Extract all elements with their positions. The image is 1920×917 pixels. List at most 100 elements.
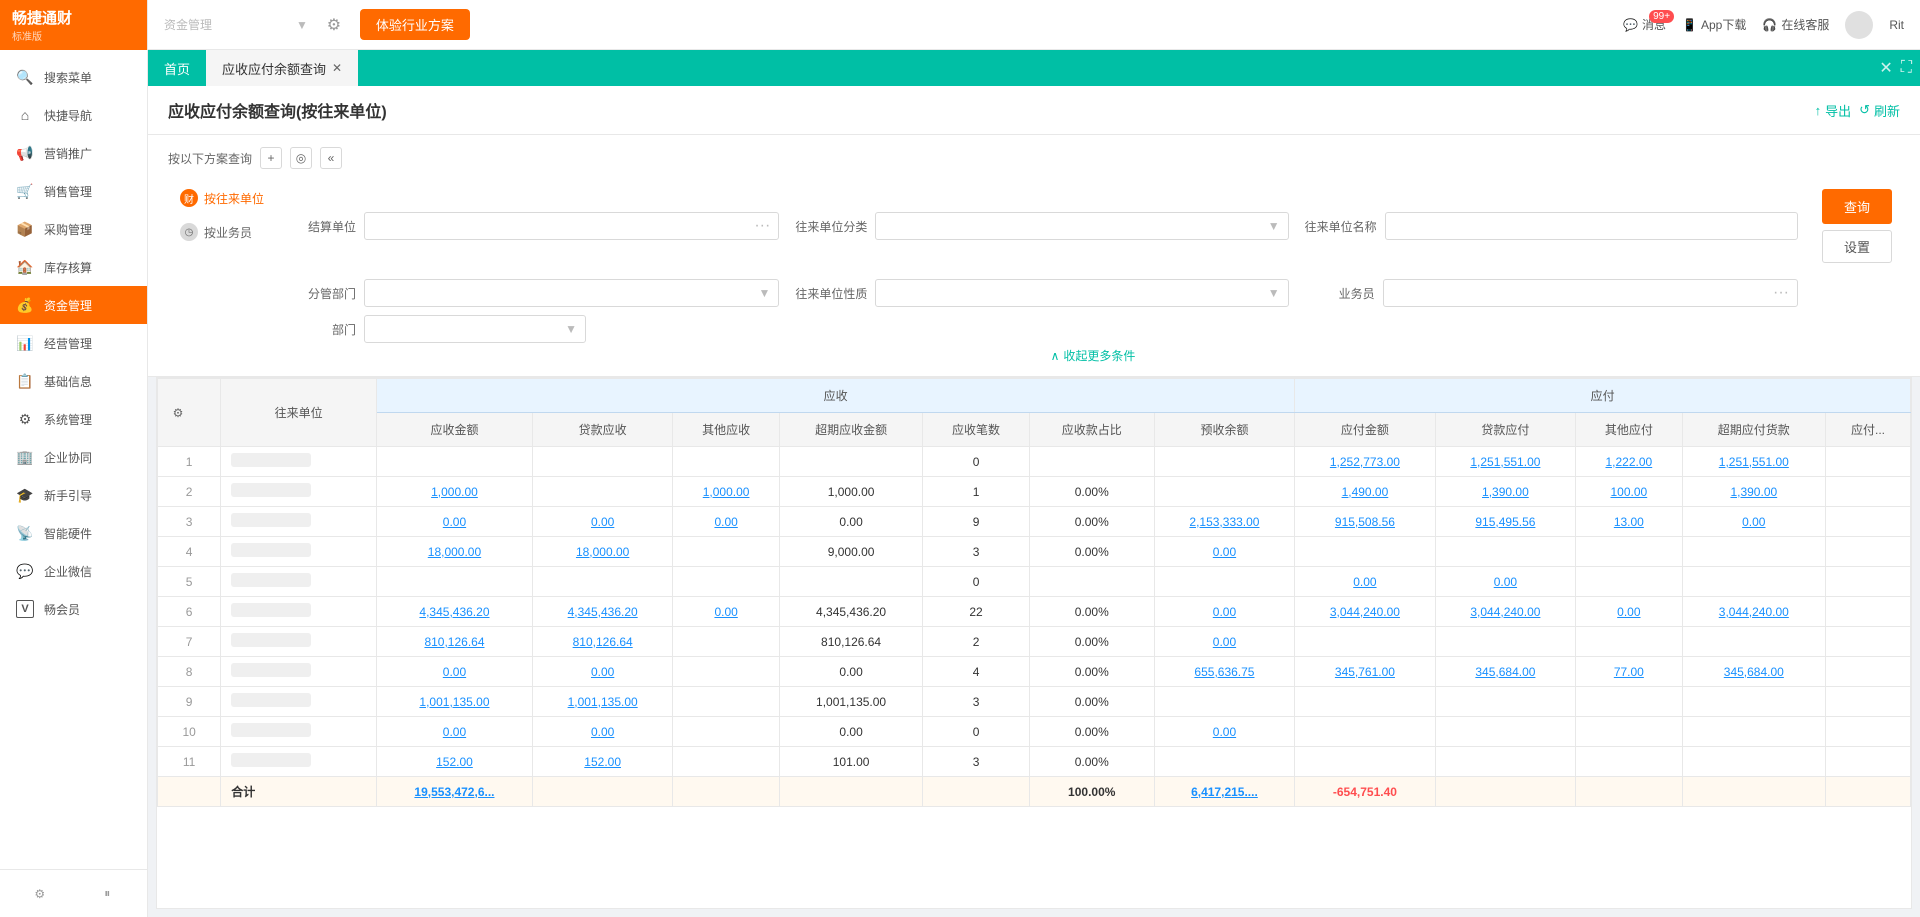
query-button[interactable]: 查询 — [1822, 189, 1892, 224]
row-loan_ar[interactable]: 18,000.00 — [532, 537, 672, 567]
row-loan_ar[interactable]: 810,126.64 — [532, 627, 672, 657]
sidebar-item-quick[interactable]: ⌂ 快捷导航 — [0, 96, 147, 134]
partner-nature-select[interactable]: ▼ — [875, 279, 1288, 307]
row-other_ap[interactable]: 1,222.00 — [1576, 447, 1682, 477]
row-ap_amount[interactable]: 3,044,240.00 — [1295, 597, 1435, 627]
sidebar-item-purchase[interactable]: 📦 采购管理 — [0, 210, 147, 248]
sidebar-item-search[interactable]: 🔍 搜索菜单 — [0, 58, 147, 96]
sidebar-item-sales[interactable]: 🛒 销售管理 — [0, 172, 147, 210]
row-overdue_ap[interactable]: 0.00 — [1682, 507, 1825, 537]
row-ap_amount[interactable]: 1,490.00 — [1295, 477, 1435, 507]
total-ar-amount[interactable]: 19,553,472,6... — [377, 777, 533, 807]
department-select[interactable]: ▼ — [364, 315, 586, 343]
row-loan_ap[interactable]: 1,390.00 — [1435, 477, 1575, 507]
partner-category-select[interactable]: ▼ — [875, 212, 1288, 240]
side-panel-by-partner[interactable]: 财 按往来单位 — [168, 181, 278, 215]
topbar-gear-btn[interactable]: ⚙ — [320, 11, 348, 39]
row-loan_ap[interactable]: 915,495.56 — [1435, 507, 1575, 537]
topbar-service-btn[interactable]: 🎧 在线客服 — [1762, 16, 1829, 33]
export-btn[interactable]: ↑ 导出 — [1815, 101, 1852, 120]
row-loan_ar[interactable]: 4,345,436.20 — [532, 597, 672, 627]
row-ap_amount[interactable]: 345,761.00 — [1295, 657, 1435, 687]
tab-arquery[interactable]: 应收应付余额查询 ✕ — [206, 50, 358, 86]
row-ar_amount[interactable]: 0.00 — [377, 657, 533, 687]
row-other_ap[interactable]: 77.00 — [1576, 657, 1682, 687]
sidebar-item-operations[interactable]: 📊 经营管理 — [0, 324, 147, 362]
row-overdue_ap[interactable]: 1,251,551.00 — [1682, 447, 1825, 477]
row-prepay_balance[interactable]: 2,153,333.00 — [1154, 507, 1294, 537]
row-overdue_ap[interactable]: 3,044,240.00 — [1682, 597, 1825, 627]
row-other_ar[interactable]: 0.00 — [673, 597, 779, 627]
topbar-message-btn[interactable]: 💬 消息 99+ — [1623, 16, 1666, 33]
sidebar-item-guide[interactable]: 🎓 新手引导 — [0, 476, 147, 514]
row-overdue_ap[interactable]: 345,684.00 — [1682, 657, 1825, 687]
row-ar_amount[interactable]: 1,000.00 — [377, 477, 533, 507]
table-settings-icon[interactable]: ⚙ — [168, 403, 188, 423]
row-loan_ap[interactable]: 345,684.00 — [1435, 657, 1575, 687]
row-ap_amount[interactable]: 0.00 — [1295, 567, 1435, 597]
row-ap_amount[interactable]: 915,508.56 — [1295, 507, 1435, 537]
row-overdue_ap[interactable]: 1,390.00 — [1682, 477, 1825, 507]
row-ar_amount[interactable]: 1,001,135.00 — [377, 687, 533, 717]
row-ar_ratio: 0.00% — [1029, 687, 1154, 717]
tab-close-btn[interactable]: ✕ — [332, 61, 342, 75]
row-ar_amount[interactable]: 810,126.64 — [377, 627, 533, 657]
row-loan_ap[interactable]: 1,251,551.00 — [1435, 447, 1575, 477]
row-ap_amount[interactable]: 1,252,773.00 — [1295, 447, 1435, 477]
username[interactable]: Rit — [1889, 18, 1904, 32]
sidebar-item-member[interactable]: V 畅会员 — [0, 590, 147, 628]
side-panel-by-salesman[interactable]: ◷ 按业务员 — [168, 215, 278, 249]
sidebar-item-corp[interactable]: 🏢 企业协同 — [0, 438, 147, 476]
th-settings[interactable]: ⚙ — [158, 379, 221, 447]
row-loan_ap[interactable]: 0.00 — [1435, 567, 1575, 597]
maximize-btn[interactable]: ⛶ — [1901, 59, 1912, 77]
sidebar-item-wechat[interactable]: 💬 企业微信 — [0, 552, 147, 590]
row-ar_amount[interactable]: 0.00 — [377, 717, 533, 747]
row-loan_ap[interactable]: 3,044,240.00 — [1435, 597, 1575, 627]
avatar[interactable] — [1845, 11, 1873, 39]
sidebar-item-marketing[interactable]: 📢 营销推广 — [0, 134, 147, 172]
row-loan_ar[interactable]: 152.00 — [532, 747, 672, 777]
row-ar_amount[interactable]: 0.00 — [377, 507, 533, 537]
solution-button[interactable]: 体验行业方案 — [360, 9, 470, 40]
dept-select[interactable]: ▼ — [364, 279, 779, 307]
sidebar-item-inventory[interactable]: 🏠 库存核算 — [0, 248, 147, 286]
sidebar-item-hardware[interactable]: 📡 智能硬件 — [0, 514, 147, 552]
row-other_ap[interactable]: 13.00 — [1576, 507, 1682, 537]
row-prepay_balance[interactable]: 0.00 — [1154, 627, 1294, 657]
row-loan_ar[interactable]: 0.00 — [532, 657, 672, 687]
partner-name-input[interactable] — [1385, 212, 1798, 240]
row-loan_ar[interactable]: 0.00 — [532, 717, 672, 747]
salesman-input[interactable]: ··· — [1383, 279, 1798, 307]
close-window-btn[interactable]: ✕ — [1879, 58, 1892, 78]
refresh-btn[interactable]: ↺ 刷新 — [1859, 101, 1900, 120]
row-other_ap[interactable]: 0.00 — [1576, 597, 1682, 627]
total-prepay-balance[interactable]: 6,417,215.... — [1154, 777, 1294, 807]
filter-add-btn[interactable]: + — [260, 147, 282, 169]
row-loan_ar[interactable]: 1,001,135.00 — [532, 687, 672, 717]
row-loan_ar[interactable]: 0.00 — [532, 507, 672, 537]
row-prepay_balance[interactable]: 655,636.75 — [1154, 657, 1294, 687]
topbar-app-btn[interactable]: 📱 App下载 — [1682, 16, 1746, 33]
row-other_ar[interactable]: 1,000.00 — [673, 477, 779, 507]
row-prepay_balance[interactable]: 0.00 — [1154, 597, 1294, 627]
row-other_ap[interactable]: 100.00 — [1576, 477, 1682, 507]
sidebar-item-base[interactable]: 📋 基础信息 — [0, 362, 147, 400]
topbar-dropdown-btn[interactable]: ▼ — [296, 18, 308, 32]
sidebar-pause-btn[interactable]: ⏸ — [78, 880, 138, 907]
jiesuan-input[interactable]: ··· — [364, 212, 779, 240]
row-ar_amount[interactable]: 4,345,436.20 — [377, 597, 533, 627]
row-ar_amount[interactable]: 18,000.00 — [377, 537, 533, 567]
tab-home[interactable]: 首页 — [148, 50, 206, 86]
row-other_ar[interactable]: 0.00 — [673, 507, 779, 537]
collapse-btn[interactable]: ∧ 收起更多条件 — [286, 343, 1900, 368]
row-prepay_balance[interactable]: 0.00 — [1154, 717, 1294, 747]
sidebar-item-system[interactable]: ⚙ 系统管理 — [0, 400, 147, 438]
row-prepay_balance[interactable]: 0.00 — [1154, 537, 1294, 567]
filter-settings-btn[interactable]: ◎ — [290, 147, 312, 169]
sidebar-item-finance[interactable]: 💰 资金管理 — [0, 286, 147, 324]
row-ar_amount[interactable]: 152.00 — [377, 747, 533, 777]
sidebar-settings-btn[interactable]: ⚙ — [10, 880, 70, 907]
set-button[interactable]: 设置 — [1822, 230, 1892, 263]
filter-collapse-btn[interactable]: « — [320, 147, 342, 169]
